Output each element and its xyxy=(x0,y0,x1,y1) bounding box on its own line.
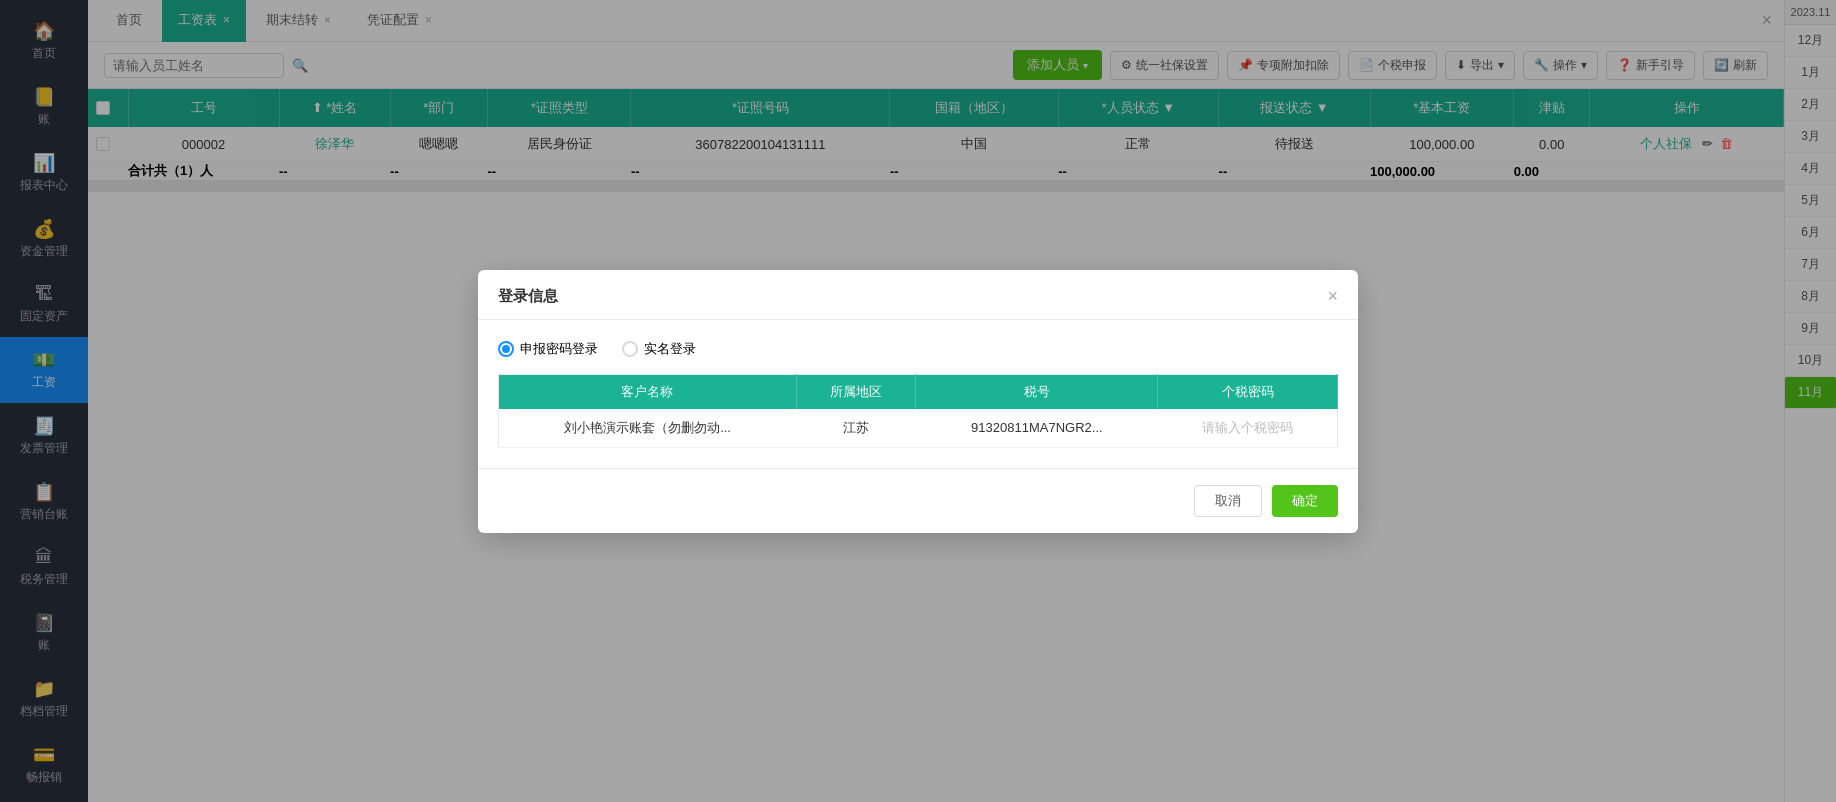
dialog-title: 登录信息 xyxy=(498,287,558,306)
inner-col-tax-id: 税号 xyxy=(916,374,1158,409)
dialog-overlay: 登录信息 × 申报密码登录 实名登录 客户名称 所属地区 xyxy=(0,0,1836,802)
dialog-body: 申报密码登录 实名登录 客户名称 所属地区 税号 个税密码 xyxy=(478,320,1358,468)
login-info-dialog: 登录信息 × 申报密码登录 实名登录 客户名称 所属地区 xyxy=(478,270,1358,533)
cell-tax-id: 91320811MA7NGR2... xyxy=(916,409,1158,448)
login-info-table: 客户名称 所属地区 税号 个税密码 刘小艳演示账套（勿删勿动... 江苏 913… xyxy=(498,374,1338,448)
login-type-radio-group: 申报密码登录 实名登录 xyxy=(498,340,1338,358)
radio-password-circle xyxy=(498,341,514,357)
confirm-button[interactable]: 确定 xyxy=(1272,485,1338,517)
radio-realname-circle xyxy=(622,341,638,357)
inner-col-client-name: 客户名称 xyxy=(499,374,797,409)
radio-password-login[interactable]: 申报密码登录 xyxy=(498,340,598,358)
cell-client-name: 刘小艳演示账套（勿删勿动... xyxy=(499,409,797,448)
radio-realname-login[interactable]: 实名登录 xyxy=(622,340,696,358)
cell-region: 江苏 xyxy=(796,409,916,448)
inner-col-region: 所属地区 xyxy=(796,374,916,409)
login-table-row: 刘小艳演示账套（勿删勿动... 江苏 91320811MA7NGR2... 请输… xyxy=(499,409,1338,448)
cancel-button[interactable]: 取消 xyxy=(1194,485,1262,517)
dialog-footer: 取消 确定 xyxy=(478,468,1358,533)
inner-col-password: 个税密码 xyxy=(1158,374,1338,409)
cell-password-input[interactable]: 请输入个税密码 xyxy=(1158,409,1338,448)
dialog-header: 登录信息 × xyxy=(478,270,1358,320)
dialog-close-button[interactable]: × xyxy=(1327,286,1338,307)
